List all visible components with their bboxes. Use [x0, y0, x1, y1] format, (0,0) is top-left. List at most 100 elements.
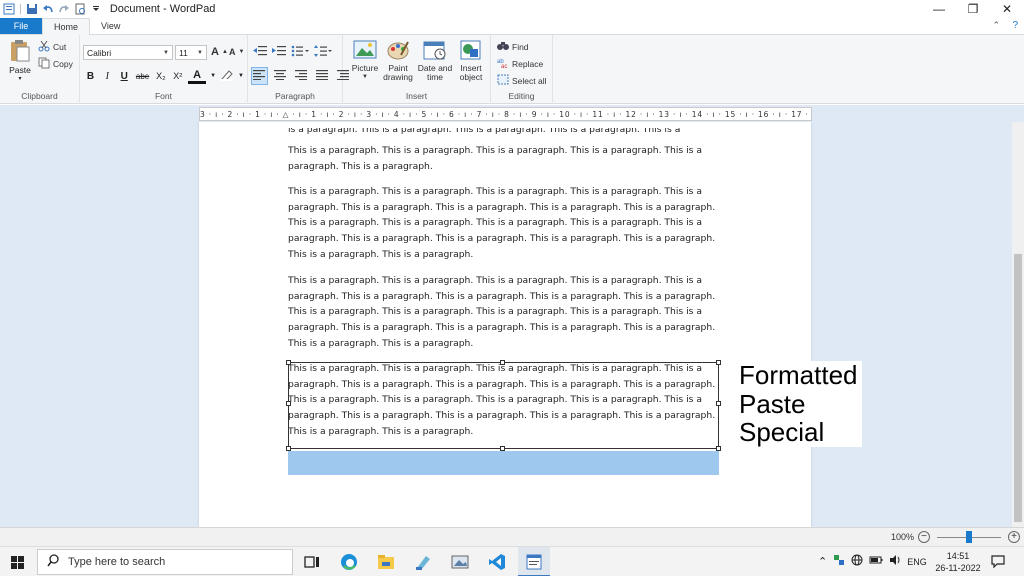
italic-button[interactable]: I — [101, 71, 114, 82]
insert-object-icon — [459, 39, 483, 61]
font-group-label: Font — [154, 91, 172, 101]
picture-button[interactable]: Picture ▼ — [349, 39, 381, 82]
tab-view[interactable]: View — [90, 18, 131, 34]
picture-icon — [353, 39, 377, 61]
redo-icon[interactable] — [58, 3, 70, 15]
help-icon[interactable]: ? — [1012, 20, 1018, 31]
tray-chevron-up-icon[interactable]: ⌃ — [818, 555, 827, 568]
svg-text:ac: ac — [501, 64, 507, 68]
paint-drawing-button[interactable]: Paint drawing — [381, 39, 415, 82]
align-center-icon[interactable] — [272, 67, 289, 85]
grow-font-icon[interactable]: A ▲ — [211, 46, 228, 58]
resize-handle[interactable] — [286, 360, 291, 365]
find-button[interactable]: Find — [497, 40, 529, 53]
notifications-icon[interactable] — [991, 554, 1005, 571]
shrink-font-icon[interactable]: A ▼ — [229, 47, 244, 57]
zoom-out-button[interactable]: − — [918, 531, 930, 543]
window-controls: — ❐ ✕ — [922, 0, 1024, 18]
chevron-down-icon[interactable]: ▼ — [238, 73, 244, 79]
paragraph-row-2 — [251, 67, 352, 85]
resize-handle[interactable] — [716, 360, 721, 365]
document-area[interactable]: is a paragraph. This is a paragraph. Thi… — [0, 122, 1012, 527]
windows-start-icon[interactable] — [11, 556, 24, 569]
paste-button[interactable]: Paste ▾ — [6, 39, 34, 82]
line-spacing-icon[interactable] — [314, 45, 332, 60]
cut-label: Cut — [53, 42, 67, 52]
align-right-icon[interactable] — [293, 67, 310, 85]
restore-button[interactable]: ❐ — [956, 0, 990, 18]
underline-button[interactable]: U — [118, 71, 131, 82]
tab-home[interactable]: Home — [42, 18, 91, 35]
clipboard-group-label: Clipboard — [21, 91, 58, 101]
resize-handle[interactable] — [716, 401, 721, 406]
bullet-list-icon[interactable] — [291, 45, 309, 60]
justify-icon[interactable] — [314, 67, 331, 85]
insert-object-button[interactable]: Insert object — [455, 39, 487, 82]
decrease-indent-icon[interactable] — [253, 45, 267, 60]
subscript-button[interactable]: X₂ — [154, 71, 167, 81]
horizontal-ruler[interactable]: 3 · ı · 2 · ı · 1 · ı · △ · ı · 1 · ı · … — [199, 107, 812, 121]
volume-icon[interactable] — [889, 554, 901, 569]
copy-button[interactable]: Copy — [38, 57, 73, 71]
select-all-button[interactable]: Select all — [497, 74, 547, 87]
zoom-in-button[interactable]: + — [1008, 531, 1020, 543]
resize-handle[interactable] — [286, 401, 291, 406]
customize-qat-chevron-icon[interactable] — [90, 3, 102, 15]
highlight-pen-icon[interactable] — [220, 69, 234, 84]
selection-highlight — [288, 451, 719, 475]
scrollbar-thumb[interactable] — [1014, 254, 1022, 522]
strikethrough-button[interactable]: abe — [135, 72, 151, 81]
zoom-slider-thumb[interactable] — [966, 531, 972, 543]
minimize-button[interactable]: — — [922, 0, 956, 18]
file-explorer-icon[interactable] — [377, 553, 395, 571]
photos-app-icon[interactable] — [451, 553, 469, 571]
vertical-scrollbar[interactable] — [1012, 122, 1024, 527]
clipboard-group: Paste ▾ Cut Copy Clipboard — [0, 35, 80, 104]
find-label: Find — [512, 41, 529, 52]
font-size-select[interactable]: 11 ▼ — [175, 45, 207, 60]
bold-button[interactable]: B — [84, 71, 97, 82]
resize-handle[interactable] — [500, 360, 505, 365]
undo-icon[interactable] — [42, 3, 54, 15]
date-time-button[interactable]: Date and time — [416, 39, 454, 82]
font-format-row: B I U abe X₂ X² A ▼ ▼ — [84, 68, 244, 84]
pasted-object-frame[interactable] — [286, 360, 721, 451]
font-family-value: Calibri — [87, 47, 112, 58]
language-indicator[interactable]: ENG — [907, 557, 927, 567]
paragraph-1-tail: This is a paragraph. This is a paragraph… — [288, 145, 703, 172]
replace-icon: ab ac — [497, 57, 509, 70]
tab-file[interactable]: File — [0, 18, 42, 34]
task-view-icon[interactable] — [303, 553, 321, 571]
save-icon[interactable] — [26, 3, 38, 15]
superscript-button[interactable]: X² — [171, 71, 184, 81]
wordpad-app-icon[interactable] — [3, 3, 15, 15]
text-color-icon[interactable]: A — [188, 69, 207, 84]
replace-button[interactable]: ab ac Replace — [497, 57, 543, 71]
chevron-down-icon: ▼ — [197, 49, 203, 56]
font-family-select[interactable]: Calibri ▼ — [83, 45, 173, 60]
edge-browser-icon[interactable] — [340, 553, 358, 571]
window-title: Document - WordPad — [109, 3, 216, 15]
paragraph-3: This is a paragraph. This is a paragraph… — [288, 275, 716, 349]
ribbon-collapse-chevron-icon[interactable]: ⌃ — [992, 20, 1000, 31]
document-page[interactable]: is a paragraph. This is a paragraph. Thi… — [199, 122, 811, 527]
notepad-icon[interactable] — [414, 553, 432, 571]
print-preview-icon[interactable] — [74, 3, 86, 15]
close-button[interactable]: ✕ — [990, 0, 1024, 18]
taskbar-clock[interactable]: 14:51 26-11-2022 — [934, 550, 982, 574]
chevron-down-icon[interactable]: ▼ — [210, 73, 216, 79]
cut-button[interactable]: Cut — [38, 40, 66, 54]
network-globe-icon[interactable] — [851, 554, 863, 569]
wordpad-taskbar-icon — [525, 553, 543, 574]
vscode-icon[interactable] — [488, 553, 506, 571]
taskbar-search-box[interactable]: Type here to search — [37, 549, 293, 575]
insert-group-label: Insert — [405, 91, 428, 101]
increase-indent-icon[interactable] — [272, 45, 286, 60]
align-left-icon[interactable] — [251, 67, 268, 85]
title-bar: | Document - WordPad — ❐ ✕ — [0, 0, 1024, 18]
editing-group-label: Editing — [508, 91, 535, 101]
ruler-ticks: 3 · ı · 2 · ı · 1 · ı · △ · ı · 1 · ı · … — [200, 109, 812, 119]
wordpad-taskbar-button[interactable] — [518, 547, 550, 576]
app-tray-icon[interactable] — [833, 554, 845, 569]
battery-icon[interactable] — [869, 554, 883, 569]
